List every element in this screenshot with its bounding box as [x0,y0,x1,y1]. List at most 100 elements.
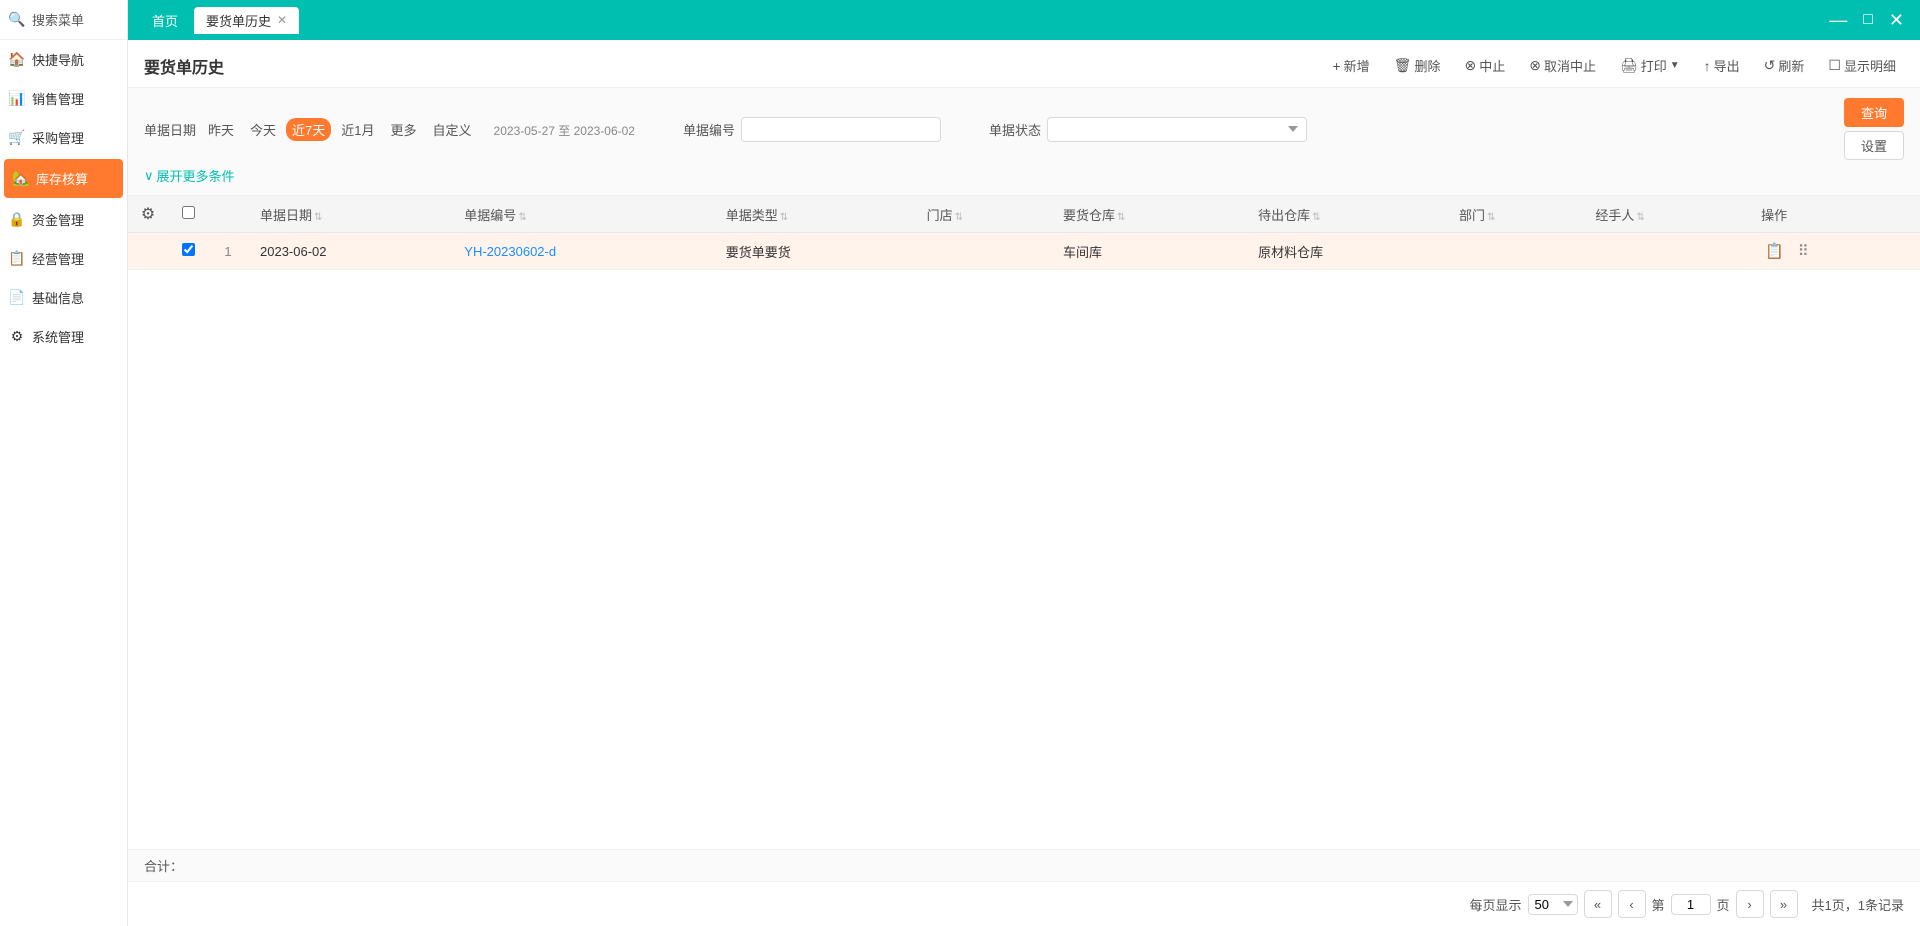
row-order-type-0: 要货单要货 [714,233,915,270]
select-all-checkbox[interactable] [182,206,195,219]
col-handler[interactable]: 经手人⇅ [1583,196,1749,233]
page-size-select[interactable]: 2050100 [1528,894,1578,915]
row-req-warehouse-0: 车间库 [1051,233,1246,270]
print-button[interactable]: 🖨打印▼ [1612,52,1688,79]
delete-button[interactable]: 🗑删除 [1386,52,1449,79]
sidebar-item-sales[interactable]: 📊 销售管理 [0,79,127,118]
col-number [208,196,248,233]
topbar-right: — □ ✕ [1825,8,1908,33]
date-opt-last7days[interactable]: 近7天 [286,118,331,141]
row-date-0: 2023-06-02 [248,233,452,270]
next-page-button[interactable]: › [1736,890,1764,918]
sort-icon-req_warehouse[interactable]: ⇅ [1117,212,1125,223]
tab-close-order-history[interactable]: ✕ [277,13,287,27]
sidebar-search[interactable]: 🔍 搜索菜单 [0,0,127,40]
sidebar-item-inventory[interactable]: 🏡 库存核算 [4,159,123,198]
row-checkbox-cell-0[interactable] [168,233,208,270]
refresh-label: 刷新 [1778,56,1804,75]
settings-gear-icon[interactable]: ⚙ [141,206,155,223]
date-opt-last1month[interactable]: 近1月 [335,118,380,141]
system-label: 系统管理 [32,327,84,346]
tab-home[interactable]: 首页 [140,7,190,34]
sidebar-search-label: 搜索菜单 [32,10,84,29]
sort-icon-handler[interactable]: ⇅ [1636,212,1644,223]
show-detail-button[interactable]: ☐显示明细 [1820,52,1904,79]
refresh-button[interactable]: ↺刷新 [1756,52,1813,79]
row-edit-icon-0[interactable]: 📋 [1761,240,1788,262]
minimize-icon[interactable]: — [1825,9,1851,31]
date-opt-today[interactable]: 今天 [244,118,282,141]
row-waiting-warehouse-0: 原材料仓库 [1246,233,1447,270]
date-opt-custom[interactable]: 自定义 [427,118,478,141]
last-page-button[interactable]: » [1770,890,1798,918]
sort-icon-order_no[interactable]: ⇅ [518,212,526,223]
topbar: 首页要货单历史✕ — □ ✕ [128,0,1920,40]
close-icon[interactable]: ✕ [1885,8,1908,33]
finance-label: 资金管理 [32,210,84,229]
sidebar-item-operations[interactable]: 📋 经营管理 [0,239,127,278]
page-prefix-label: 第 [1652,895,1665,914]
sort-icon-store[interactable]: ⇅ [955,212,963,223]
date-opt-yesterday[interactable]: 昨天 [202,118,240,141]
col-req_warehouse[interactable]: 要货仓库⇅ [1051,196,1246,233]
col-date[interactable]: 单据日期⇅ [248,196,452,233]
maximize-icon[interactable]: □ [1859,9,1877,31]
col-order_no[interactable]: 单据编号⇅ [452,196,713,233]
purchase-icon: 🛒 [8,129,26,147]
new-button[interactable]: +新增 [1324,52,1377,79]
date-opt-more[interactable]: 更多 [385,118,423,141]
query-button[interactable]: 查询 [1844,98,1904,127]
row-order-no-0[interactable]: YH-20230602-d [452,233,713,270]
system-icon: ⚙ [8,328,26,346]
tab-label-home: 首页 [152,11,178,30]
refresh-icon: ↺ [1764,57,1776,74]
filter-area: 单据日期 昨天今天近7天近1月更多自定义 2023-05-27 至 2023-0… [128,88,1920,196]
sidebar-item-system[interactable]: ⚙ 系统管理 [0,317,127,356]
col-waiting_warehouse[interactable]: 待出仓库⇅ [1246,196,1447,233]
row-checkbox-0[interactable] [182,243,195,256]
order-no-link-0[interactable]: YH-20230602-d [464,244,556,259]
col-order_type[interactable]: 单据类型⇅ [714,196,915,233]
header-actions: +新增 🗑删除 ⊗中止 ⊗取消中止 🖨打印▼ ↑导出 ↺刷新 ☐显示明细 [1324,52,1904,79]
finance-icon: 🔒 [8,211,26,229]
sidebar-item-purchase[interactable]: 🛒 采购管理 [0,118,127,157]
col-checkbox[interactable] [168,196,208,233]
expand-label: 展开更多条件 [157,166,235,185]
table-row[interactable]: 1 2023-06-02 YH-20230602-d 要货单要货 车间库 原材料… [128,233,1920,270]
new-icon: + [1332,58,1340,74]
expand-button[interactable]: ∨ 展开更多条件 [144,166,1904,185]
show-detail-icon: ☐ [1828,57,1841,74]
stop-icon: ⊗ [1464,57,1476,74]
col-department[interactable]: 部门⇅ [1447,196,1583,233]
sort-icon-waiting_warehouse[interactable]: ⇅ [1312,212,1320,223]
operations-icon: 📋 [8,250,26,268]
col-store[interactable]: 门店⇅ [915,196,1051,233]
settings-button[interactable]: 设置 [1844,131,1904,160]
row-settings-0 [128,233,168,270]
print-label: 打印 [1641,56,1667,75]
base-info-label: 基础信息 [32,288,84,307]
total-info: 共1页，1条记录 [1812,895,1904,914]
cancel-stop-button[interactable]: ⊗取消中止 [1521,52,1604,79]
order-no-input[interactable] [741,117,941,142]
stop-button[interactable]: ⊗中止 [1456,52,1513,79]
sort-icon-department[interactable]: ⇅ [1487,212,1495,223]
sort-icon-order_type[interactable]: ⇅ [780,212,788,223]
page-number-input[interactable]: 1 [1671,894,1711,915]
sidebar-item-finance[interactable]: 🔒 资金管理 [0,200,127,239]
sort-icon-date[interactable]: ⇅ [314,212,322,223]
filter-status: 单据状态 [989,117,1307,142]
status-select[interactable] [1047,117,1307,142]
sidebar-item-base-info[interactable]: 📄 基础信息 [0,278,127,317]
col-settings[interactable]: ⚙ [128,196,168,233]
first-page-button[interactable]: « [1584,890,1612,918]
row-department-0 [1447,233,1583,270]
page-size-label: 每页显示 [1469,895,1521,914]
prev-page-button[interactable]: ‹ [1618,890,1646,918]
base-info-icon: 📄 [8,289,26,307]
export-button[interactable]: ↑导出 [1696,52,1748,79]
tab-order-history[interactable]: 要货单历史✕ [194,7,299,34]
sidebar-item-quick-nav[interactable]: 🏠 快捷导航 [0,40,127,79]
row-more-icon-0[interactable]: ⠿ [1794,240,1813,262]
sales-label: 销售管理 [32,89,84,108]
